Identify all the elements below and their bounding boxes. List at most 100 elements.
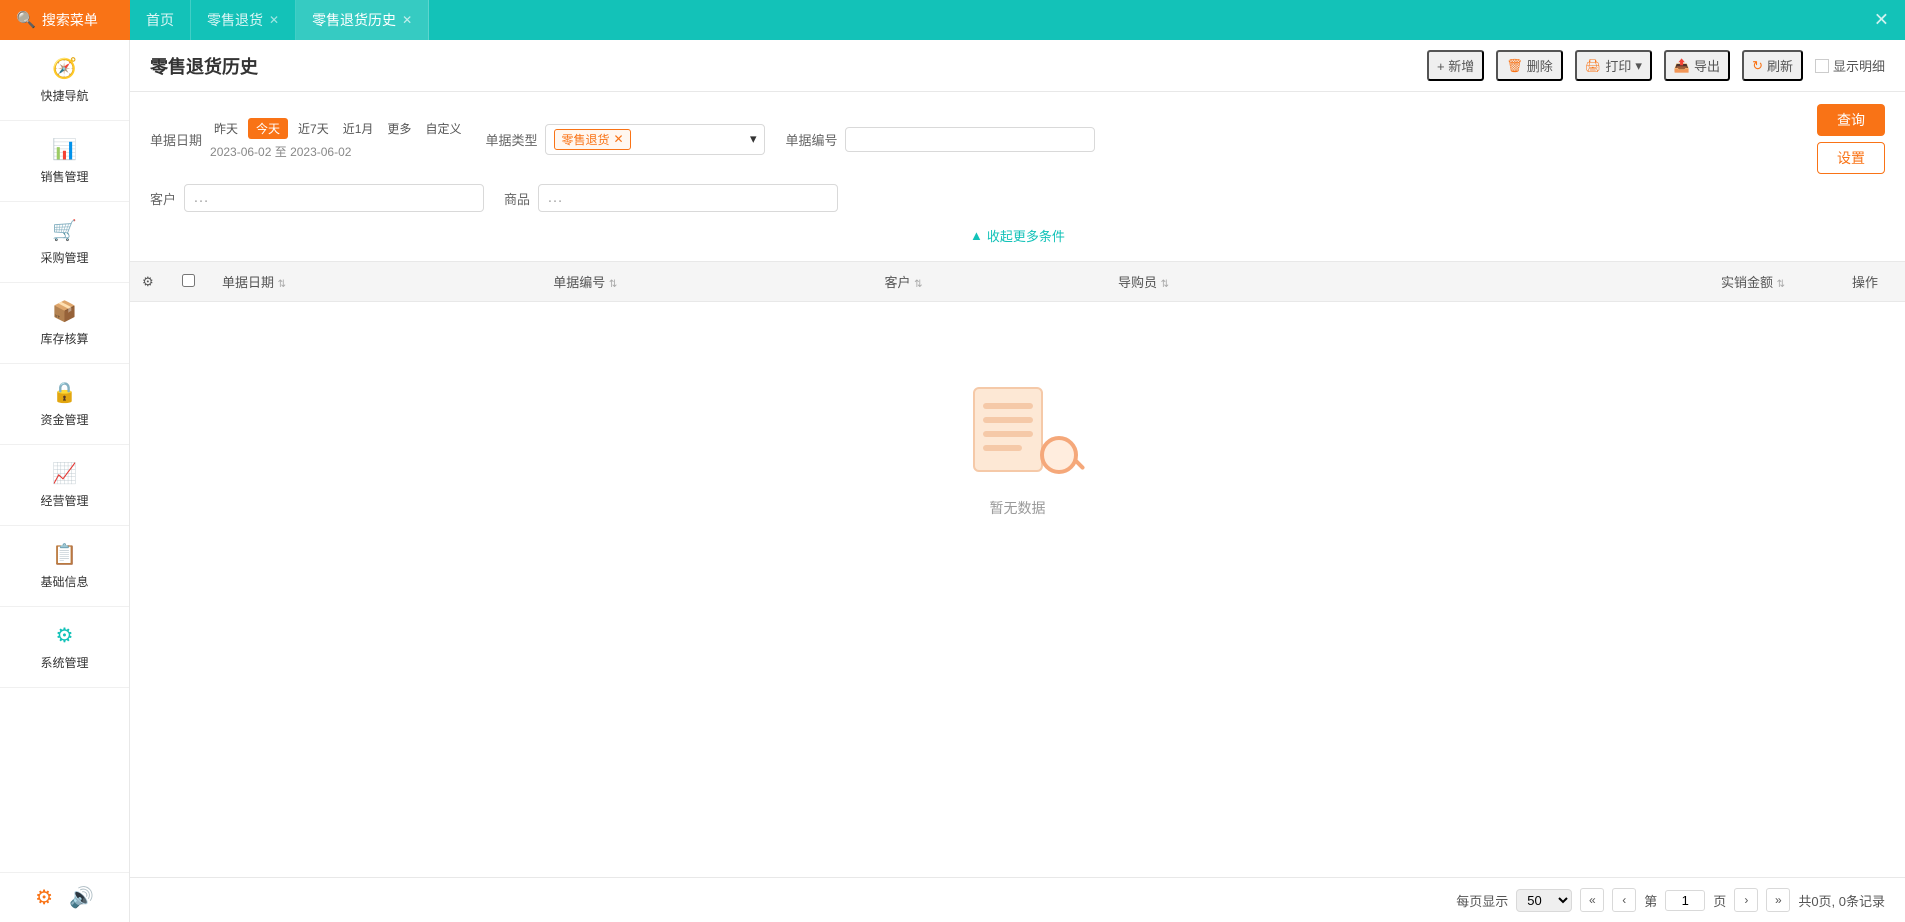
table-body: 暂无数据 bbox=[130, 302, 1905, 599]
date-opt-today[interactable]: 今天 bbox=[248, 118, 288, 139]
voucher-no-input[interactable] bbox=[845, 127, 1095, 152]
query-button[interactable]: 查询 bbox=[1817, 104, 1885, 136]
th-action: 操作 bbox=[1825, 262, 1905, 302]
page-title: 零售退货历史 bbox=[150, 53, 258, 79]
th-date-sort-icon: ⇅ bbox=[278, 279, 286, 290]
tab-retail-return-close[interactable]: ✕ bbox=[269, 13, 279, 27]
voucher-no-filter: 单据编号 bbox=[785, 127, 1095, 152]
th-guide[interactable]: 导购员 ⇅ bbox=[1106, 262, 1388, 302]
volume-icon[interactable]: 🔊 bbox=[69, 885, 94, 910]
page-input[interactable] bbox=[1665, 890, 1705, 911]
filter-row-1: 单据日期 昨天 今天 近7天 近1月 更多 自定义 2023-06-02 至 2… bbox=[150, 104, 1885, 174]
sidebar-bottom: ⚙ 🔊 bbox=[0, 872, 129, 922]
date-filter: 单据日期 昨天 今天 近7天 近1月 更多 自定义 2023-06-02 至 2… bbox=[150, 118, 465, 160]
th-no-sort-icon: ⇅ bbox=[609, 279, 617, 290]
date-filter-label: 单据日期 bbox=[150, 130, 202, 149]
window-close-icon[interactable]: ✕ bbox=[1874, 10, 1889, 31]
print-dropdown-icon: ▾ bbox=[1635, 58, 1642, 74]
date-opt-more[interactable]: 更多 bbox=[383, 119, 415, 138]
th-customer[interactable]: 客户 ⇅ bbox=[873, 262, 1106, 302]
next-page-btn[interactable]: › bbox=[1734, 888, 1758, 912]
date-opt-custom[interactable]: 自定义 bbox=[421, 119, 465, 138]
sidebar-item-purchase[interactable]: 🛒 采购管理 bbox=[0, 202, 129, 283]
collapse-icon: ▲ bbox=[970, 228, 983, 243]
tab-retail-return-history-close[interactable]: ✕ bbox=[402, 13, 412, 27]
th-settings[interactable]: ⚙ bbox=[130, 262, 170, 302]
doc-shape bbox=[973, 387, 1043, 472]
search-menu[interactable]: 🔍 搜索菜单 bbox=[0, 0, 130, 40]
display-detail-toggle[interactable]: 显示明细 bbox=[1815, 56, 1885, 75]
collapse-button[interactable]: ▲ 收起更多条件 bbox=[958, 222, 1077, 249]
th-no[interactable]: 单据编号 ⇅ bbox=[541, 262, 872, 302]
goods-select[interactable]: … bbox=[538, 184, 838, 212]
content-area: 零售退货历史 + 新增 🗑 删除 🖨 打印 ▾ 📤 导出 bbox=[130, 40, 1905, 922]
th-action-label: 操作 bbox=[1852, 275, 1878, 290]
sidebar-item-sales[interactable]: 📊 销售管理 bbox=[0, 121, 129, 202]
first-page-btn[interactable]: « bbox=[1580, 888, 1604, 912]
sidebar-item-system[interactable]: ⚙ 系统管理 bbox=[0, 607, 129, 688]
top-bar: 🔍 搜索菜单 首页 零售退货 ✕ 零售退货历史 ✕ ✕ bbox=[0, 0, 1905, 40]
date-opt-7days[interactable]: 近7天 bbox=[294, 119, 333, 138]
sidebar-item-basic[interactable]: 📋 基础信息 bbox=[0, 526, 129, 607]
sidebar-item-operations[interactable]: 📈 经营管理 bbox=[0, 445, 129, 526]
sidebar: 🧭 快捷导航 📊 销售管理 🛒 采购管理 📦 库存核算 🔒 资金管理 📈 经营管… bbox=[0, 40, 130, 922]
main-layout: 🧭 快捷导航 📊 销售管理 🛒 采购管理 📦 库存核算 🔒 资金管理 📈 经营管… bbox=[0, 40, 1905, 922]
goods-label: 商品 bbox=[504, 189, 530, 208]
sidebar-item-inventory[interactable]: 📦 库存核算 bbox=[0, 283, 129, 364]
refresh-label: 刷新 bbox=[1767, 56, 1793, 75]
th-amount-sort-icon: ⇅ bbox=[1777, 279, 1785, 290]
sidebar-item-finance[interactable]: 🔒 资金管理 bbox=[0, 364, 129, 445]
setting-button[interactable]: 设置 bbox=[1817, 142, 1885, 174]
table-header: ⚙ 单据日期 ⇅ 单据编号 ⇅ bbox=[130, 262, 1905, 302]
page-size-select[interactable]: 10 20 50 100 bbox=[1516, 889, 1572, 912]
tab-retail-return[interactable]: 零售退货 ✕ bbox=[191, 0, 296, 40]
tab-retail-return-history[interactable]: 零售退货历史 ✕ bbox=[296, 0, 429, 40]
table-area: ⚙ 单据日期 ⇅ 单据编号 ⇅ bbox=[130, 262, 1905, 877]
search-label: 搜索菜单 bbox=[42, 10, 98, 30]
basic-icon: 📋 bbox=[52, 542, 77, 567]
filter-area: 单据日期 昨天 今天 近7天 近1月 更多 自定义 2023-06-02 至 2… bbox=[130, 92, 1905, 262]
add-button[interactable]: + 新增 bbox=[1427, 50, 1484, 81]
customer-select[interactable]: … bbox=[184, 184, 484, 212]
page-label: 第 bbox=[1644, 891, 1657, 910]
select-all-checkbox[interactable] bbox=[182, 274, 195, 287]
display-detail-checkbox[interactable] bbox=[1815, 59, 1829, 73]
last-page-btn[interactable]: » bbox=[1766, 888, 1790, 912]
th-date[interactable]: 单据日期 ⇅ bbox=[210, 262, 541, 302]
prev-page-btn[interactable]: ‹ bbox=[1612, 888, 1636, 912]
sidebar-label-finance: 资金管理 bbox=[40, 411, 88, 428]
sidebar-label-purchase: 采购管理 bbox=[40, 249, 88, 266]
sidebar-label-system: 系统管理 bbox=[40, 654, 88, 671]
magnify-glass bbox=[1040, 436, 1078, 474]
refresh-button[interactable]: ↻ 刷新 bbox=[1742, 50, 1803, 81]
voucher-type-select[interactable]: 零售退货 ✕ ▾ bbox=[545, 124, 765, 155]
export-button[interactable]: 📤 导出 bbox=[1664, 50, 1730, 81]
search-icon: 🔍 bbox=[16, 10, 36, 30]
collapse-label: 收起更多条件 bbox=[987, 226, 1065, 245]
delete-label: 删除 bbox=[1527, 56, 1553, 75]
purchase-icon: 🛒 bbox=[52, 218, 77, 243]
voucher-type-remove[interactable]: ✕ bbox=[613, 132, 623, 146]
settings-icon[interactable]: ⚙ bbox=[35, 885, 53, 910]
date-opt-yesterday[interactable]: 昨天 bbox=[210, 119, 242, 138]
quicknav-icon: 🧭 bbox=[52, 56, 77, 81]
sidebar-item-quicknav[interactable]: 🧭 快捷导航 bbox=[0, 40, 129, 121]
customer-placeholder: … bbox=[193, 189, 209, 207]
delete-icon: 🗑 bbox=[1506, 58, 1523, 74]
refresh-icon: ↻ bbox=[1752, 58, 1763, 74]
page-header: 零售退货历史 + 新增 🗑 删除 🖨 打印 ▾ 📤 导出 bbox=[130, 40, 1905, 92]
sidebar-label-operations: 经营管理 bbox=[40, 492, 88, 509]
th-customer-sort-icon: ⇅ bbox=[914, 279, 922, 290]
voucher-type-tag-text: 零售退货 bbox=[561, 131, 609, 148]
settings-gear-icon[interactable]: ⚙ bbox=[142, 274, 154, 289]
print-button[interactable]: 🖨 打印 ▾ bbox=[1575, 50, 1652, 81]
date-opt-1month[interactable]: 近1月 bbox=[339, 119, 378, 138]
tab-home[interactable]: 首页 bbox=[130, 0, 191, 40]
magnify-handle bbox=[1072, 458, 1085, 471]
delete-button[interactable]: 🗑 删除 bbox=[1496, 50, 1563, 81]
th-customer-label: 客户 bbox=[885, 275, 911, 290]
th-amount[interactable]: 实销金额 ⇅ bbox=[1388, 262, 1825, 302]
th-guide-label: 导购员 bbox=[1118, 275, 1157, 290]
page-size-label: 每页显示 bbox=[1456, 891, 1508, 910]
th-checkbox[interactable] bbox=[170, 262, 210, 302]
